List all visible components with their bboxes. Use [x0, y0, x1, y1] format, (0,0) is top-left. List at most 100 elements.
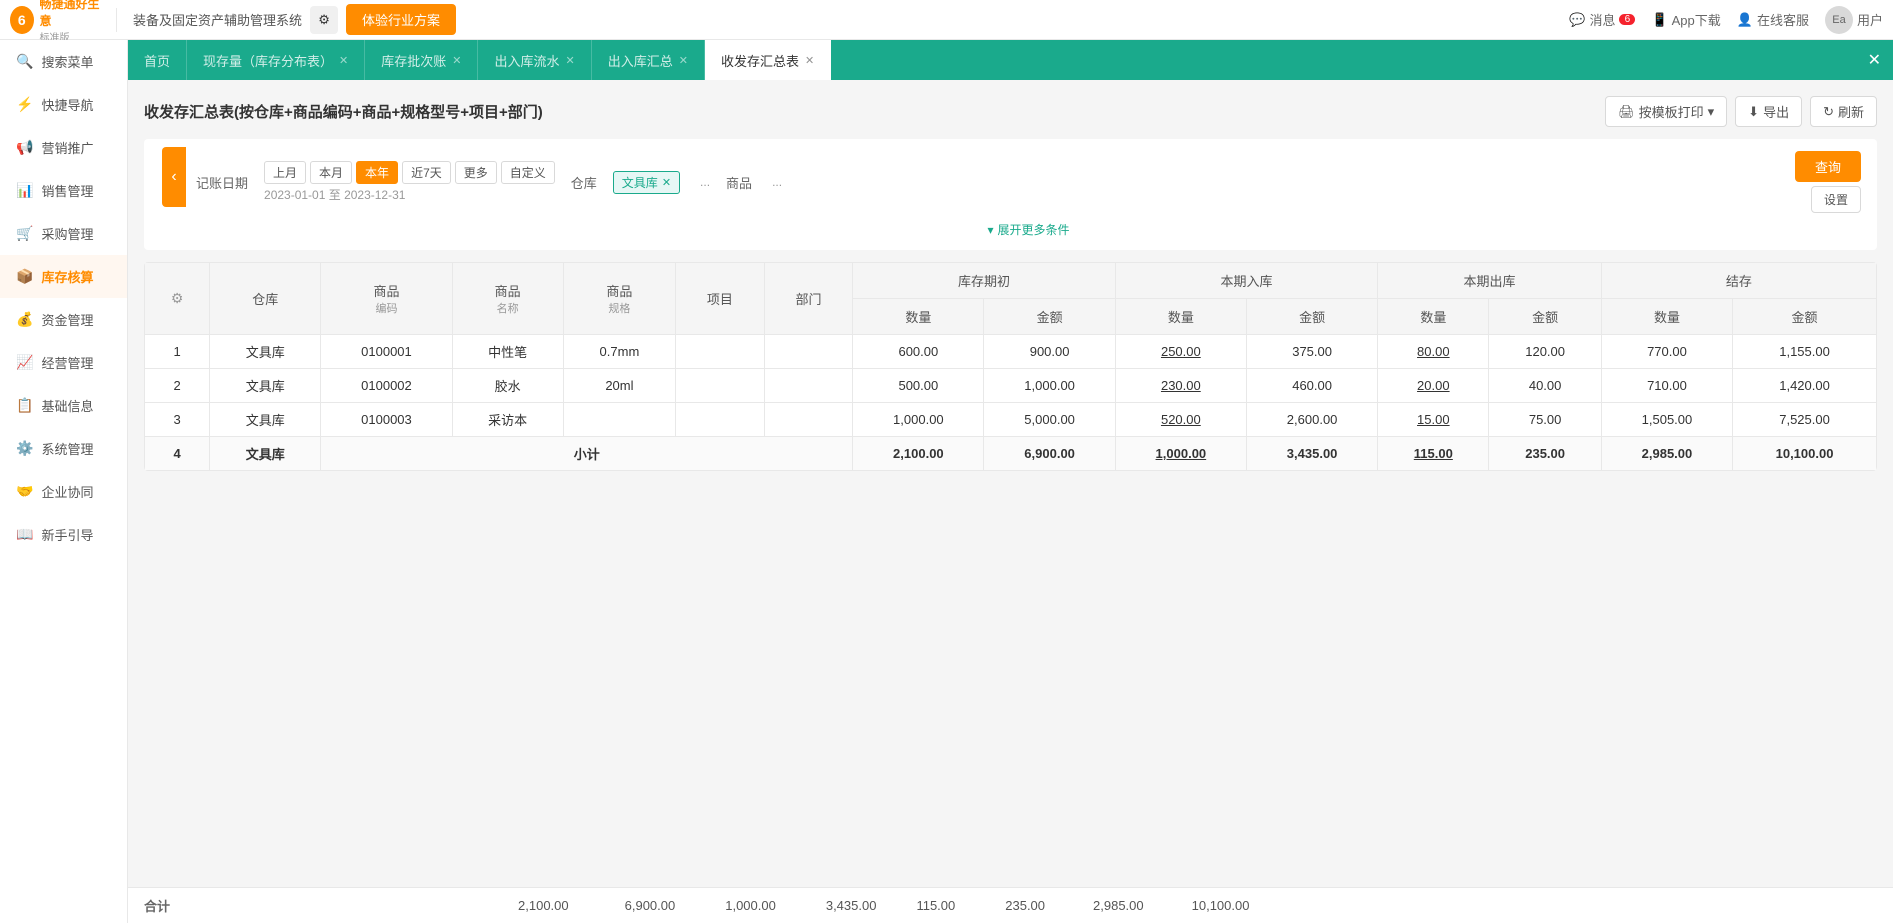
subtotal-in-qty[interactable]: 1,000.00 [1115, 437, 1246, 471]
tab-home-label: 首页 [144, 51, 170, 70]
tab-close-icon[interactable]: ✕ [566, 54, 575, 67]
search-icon: 🔍 [16, 53, 33, 70]
sidebar-item-search[interactable]: 🔍 搜索菜单 [0, 40, 127, 83]
sidebar-item-guide[interactable]: 📖 新手引导 [0, 513, 127, 556]
print-label: 按模板打印 [1639, 102, 1704, 121]
cell-spec [563, 403, 675, 437]
table-settings-icon[interactable]: ⚙ [171, 290, 184, 306]
date-btns: 上月 本月 本年 近7天 更多 自定义 [264, 161, 555, 184]
message-btn[interactable]: 💬 消息 6 [1569, 10, 1635, 29]
cell-dept [764, 403, 853, 437]
cell-project [676, 335, 765, 369]
guide-icon: 📖 [16, 526, 33, 543]
tab-batch[interactable]: 库存批次账 ✕ [365, 40, 478, 80]
refresh-icon: ↻ [1823, 104, 1834, 120]
try-btn[interactable]: 体验行业方案 [346, 4, 456, 35]
expand-label: 展开更多条件 [998, 221, 1070, 238]
sidebar-item-purchase[interactable]: 🛒 采购管理 [0, 212, 127, 255]
subtotal-warehouse: 文具库 [210, 437, 321, 471]
tab-inout-summary[interactable]: 出入库汇总 ✕ [592, 40, 705, 80]
sidebar-item-quick[interactable]: ⚡ 快捷导航 [0, 83, 127, 126]
cell-warehouse: 文具库 [210, 403, 321, 437]
refresh-btn[interactable]: ↻ 刷新 [1810, 96, 1877, 127]
table-row: 1 文具库 0100001 中性笔 0.7mm 600.00 900.00 25… [145, 335, 1877, 369]
cell-no: 1 [145, 335, 210, 369]
sidebar-item-marketing[interactable]: 📢 营销推广 [0, 126, 127, 169]
tab-close-icon[interactable]: ✕ [679, 54, 688, 67]
filter-collapse-btn[interactable]: ‹ [162, 147, 186, 207]
sidebar-item-label: 系统管理 [41, 439, 93, 458]
tab-inout-flow[interactable]: 出入库流水 ✕ [478, 40, 591, 80]
cell-in-qty[interactable]: 250.00 [1115, 335, 1246, 369]
tab-close-icon[interactable]: ✕ [452, 54, 461, 67]
tab-stock-summary[interactable]: 收发存汇总表 ✕ [705, 40, 831, 80]
chevron-down-icon: ▾ [987, 223, 993, 237]
expand-btn[interactable]: ▾ 展开更多条件 [987, 221, 1069, 238]
sidebar-item-basic[interactable]: 📋 基础信息 [0, 384, 127, 427]
cell-out-qty[interactable]: 80.00 [1378, 335, 1489, 369]
cell-dept [764, 335, 853, 369]
cell-code: 0100001 [321, 335, 452, 369]
sidebar-item-sales[interactable]: 📊 销售管理 [0, 169, 127, 212]
set-btn[interactable]: 设置 [1811, 186, 1861, 213]
cell-project [676, 403, 765, 437]
table-container: ⚙ 仓库 商品编码 商品名称 商品规格 项目 部门 库存期初 本期入库 本期出库 [144, 262, 1877, 471]
cell-out-qty[interactable]: 15.00 [1378, 403, 1489, 437]
export-icon: ⬇ [1748, 104, 1759, 120]
tab-close-all[interactable]: ✕ [1856, 40, 1893, 80]
app-download-btn[interactable]: 📱 App下载 [1651, 10, 1720, 29]
date-btn-last-month[interactable]: 上月 [264, 161, 306, 184]
goods-more-btn[interactable]: ... [772, 175, 782, 189]
print-btn[interactable]: 🖨 按模板打印 ▾ [1605, 96, 1727, 127]
export-btn[interactable]: ⬇ 导出 [1735, 96, 1802, 127]
cell-out-qty[interactable]: 20.00 [1378, 369, 1489, 403]
date-btn-more[interactable]: 更多 [455, 161, 497, 184]
page-header: 收发存汇总表(按仓库+商品编码+商品+规格型号+项目+部门) 🖨 按模板打印 ▾… [144, 96, 1877, 127]
user-btn[interactable]: Ea 用户 [1825, 6, 1883, 34]
total-in-qty: 1,000.00 [725, 898, 776, 913]
th-init-qty: 数量 [853, 299, 984, 335]
page-content: 收发存汇总表(按仓库+商品编码+商品+规格型号+项目+部门) 🖨 按模板打印 ▾… [128, 80, 1893, 887]
online-service-btn[interactable]: 👤 在线客服 [1737, 10, 1809, 29]
date-btn-this-year[interactable]: 本年 [356, 161, 398, 184]
user-label: 用户 [1857, 10, 1883, 29]
app-download-label: App下载 [1672, 10, 1721, 29]
sidebar-item-management[interactable]: 📈 经营管理 [0, 341, 127, 384]
subtotal-out-qty[interactable]: 115.00 [1378, 437, 1489, 471]
cell-in-qty[interactable]: 520.00 [1115, 403, 1246, 437]
sidebar-item-label: 营销推广 [41, 138, 93, 157]
date-btn-this-month[interactable]: 本月 [310, 161, 352, 184]
tab-label: 现存量（库存分布表） [203, 51, 333, 70]
warehouse-tag-close[interactable]: ✕ [662, 176, 671, 189]
tab-label: 库存批次账 [381, 51, 446, 70]
sidebar-item-finance[interactable]: 💰 资金管理 [0, 298, 127, 341]
subtotal-row: 4 文具库 小计 2,100.00 6,900.00 1,000.00 3,43… [145, 437, 1877, 471]
sidebar-item-inventory[interactable]: 📦 库存核算 [0, 255, 127, 298]
tab-close-icon[interactable]: ✕ [805, 54, 814, 67]
th-in-qty: 数量 [1115, 299, 1246, 335]
subtotal-init-qty: 2,100.00 [853, 437, 984, 471]
tab-label: 出入库流水 [494, 51, 559, 70]
subtotal-no: 4 [145, 437, 210, 471]
query-btn[interactable]: 查询 [1795, 151, 1861, 182]
cell-in-qty[interactable]: 230.00 [1115, 369, 1246, 403]
cell-project [676, 369, 765, 403]
total-bal-qty: 2,985.00 [1093, 898, 1144, 913]
filter-more-btn[interactable]: ... [700, 175, 710, 189]
tab-home[interactable]: 首页 [128, 40, 187, 80]
refresh-label: 刷新 [1838, 102, 1864, 121]
date-btn-7days[interactable]: 近7天 [402, 161, 451, 184]
app-title: 装备及固定资产辅助管理系统 [133, 10, 302, 29]
chevron-down-icon: ▾ [1708, 104, 1715, 120]
tab-close-icon[interactable]: ✕ [339, 54, 348, 67]
message-icon: 💬 [1569, 12, 1585, 28]
settings-icon[interactable]: ⚙ [310, 6, 338, 34]
tab-inventory-dist[interactable]: 现存量（库存分布表） ✕ [187, 40, 365, 80]
cell-init-amt: 900.00 [984, 335, 1115, 369]
th-settings[interactable]: ⚙ [145, 263, 210, 335]
sidebar-item-collab[interactable]: 🤝 企业协同 [0, 470, 127, 513]
sidebar-item-system[interactable]: ⚙️ 系统管理 [0, 427, 127, 470]
system-icon: ⚙️ [16, 440, 33, 457]
date-btn-custom[interactable]: 自定义 [501, 161, 555, 184]
goods-label: 商品 [726, 173, 752, 192]
